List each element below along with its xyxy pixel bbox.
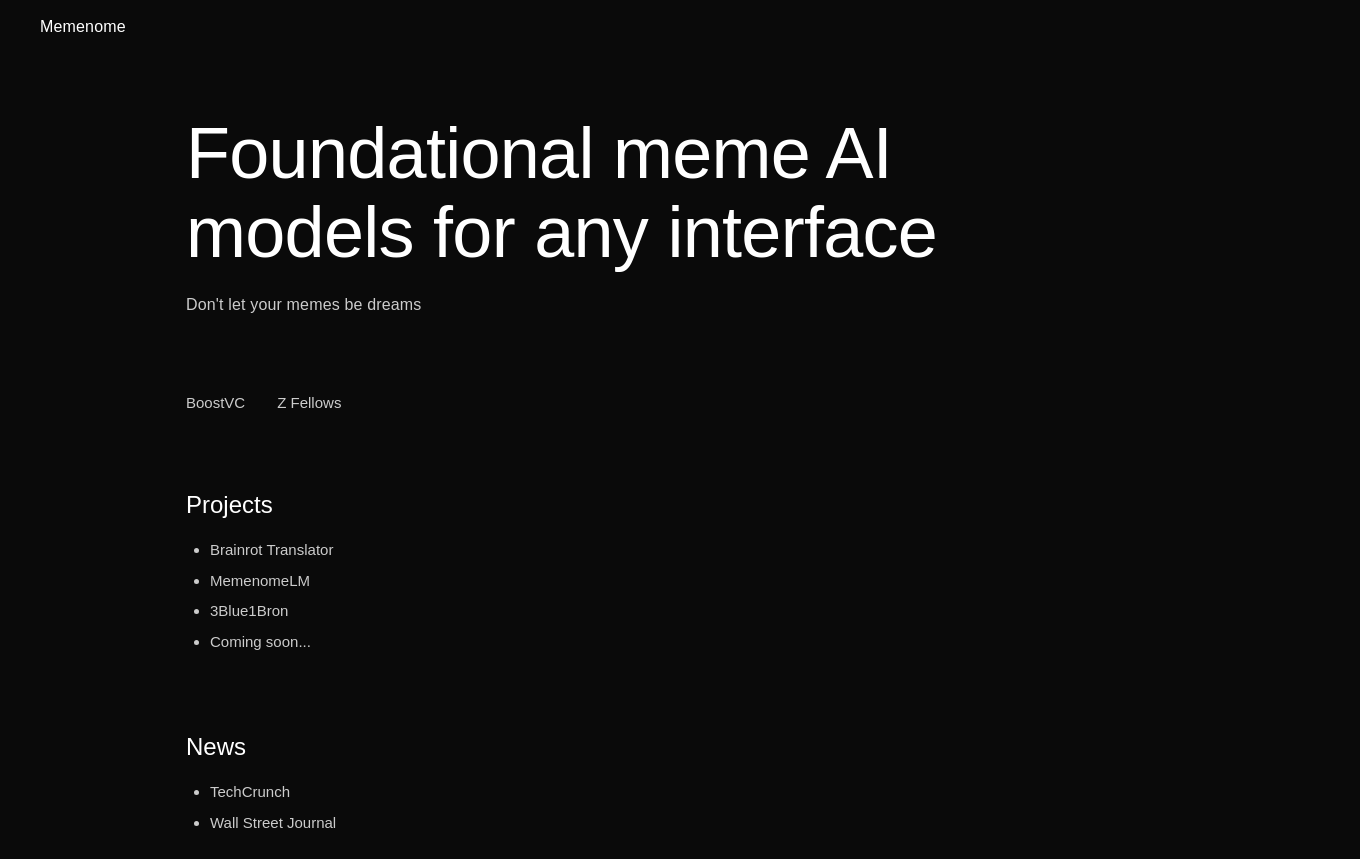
investor-label[interactable]: Z Fellows xyxy=(277,394,341,411)
list-item: MemenomeLM xyxy=(210,570,1174,593)
hero-subtitle: Don't let your memes be dreams xyxy=(186,296,1174,314)
hero-title: Foundational meme AI models for any inte… xyxy=(186,114,1086,272)
list-item: Brainrot Translator xyxy=(210,539,1174,562)
news-list: TechCrunch Wall Street Journal xyxy=(186,781,1174,834)
news-section: News TechCrunch Wall Street Journal xyxy=(186,733,1174,834)
investor-label[interactable]: BoostVC xyxy=(186,394,245,411)
list-item: 3Blue1Bron xyxy=(210,600,1174,623)
projects-title: Projects xyxy=(186,491,1174,519)
list-item[interactable]: TechCrunch xyxy=(210,781,1174,804)
main-content: Foundational meme AI models for any inte… xyxy=(0,54,1360,859)
site-logo[interactable]: Memenome xyxy=(40,18,126,35)
list-item[interactable]: Wall Street Journal xyxy=(210,812,1174,835)
list-item: Coming soon... xyxy=(210,631,1174,654)
hero-section: Foundational meme AI models for any inte… xyxy=(186,114,1174,314)
projects-list: Brainrot Translator MemenomeLM 3Blue1Bron C… xyxy=(186,539,1174,653)
investors-section: BoostVC Z Fellows xyxy=(186,394,1174,411)
projects-section: Projects Brainrot Translator MemenomeLM 3B… xyxy=(186,491,1174,653)
site-header: Memenome xyxy=(0,0,1360,54)
news-title: News xyxy=(186,733,1174,761)
